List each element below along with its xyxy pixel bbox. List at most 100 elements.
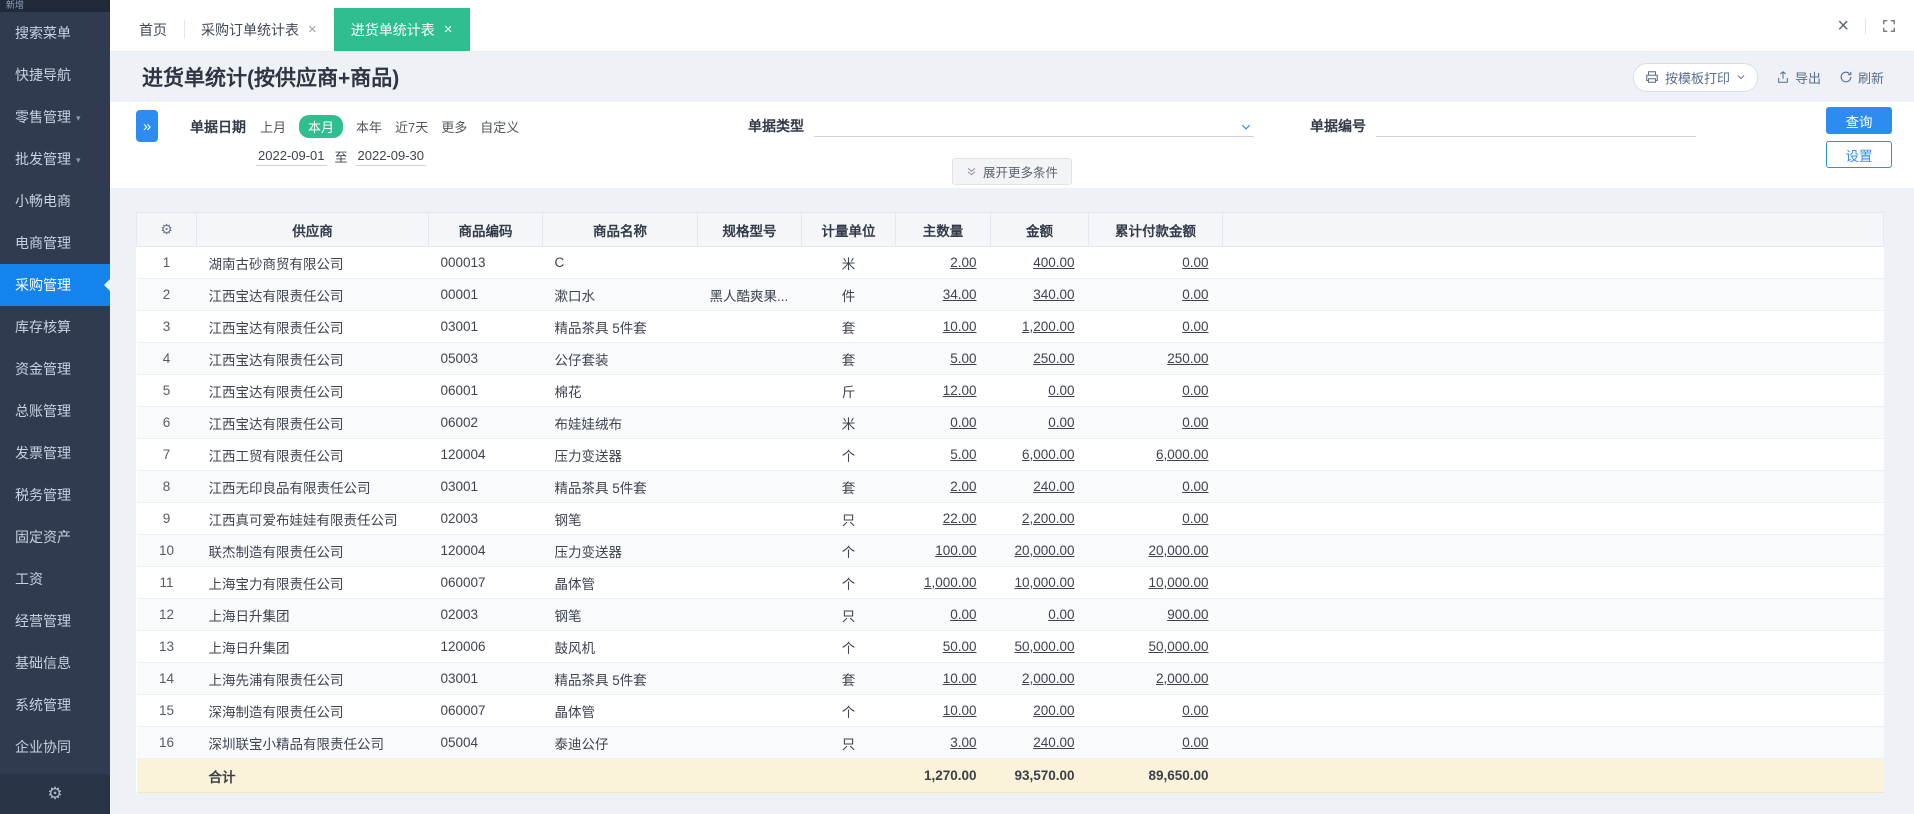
cell-qty-link[interactable]: 10.00 bbox=[943, 703, 977, 718]
column-header[interactable]: 计量单位 bbox=[801, 212, 896, 247]
cell-qty-link[interactable]: 5.00 bbox=[950, 351, 976, 366]
sidebar-item[interactable]: 库存核算 bbox=[0, 306, 110, 348]
date-quick-option[interactable]: 本月 bbox=[299, 115, 344, 138]
date-from-input[interactable]: 2022-09-01 bbox=[256, 148, 327, 166]
cell-amount-link[interactable]: 2,200.00 bbox=[1022, 511, 1075, 526]
cell-amount-link[interactable]: 1,200.00 bbox=[1022, 319, 1075, 334]
tab[interactable]: 采购订单统计表 × bbox=[184, 8, 334, 51]
cell-qty-link[interactable]: 1,000.00 bbox=[924, 575, 977, 590]
cell-amount-link[interactable]: 200.00 bbox=[1033, 703, 1074, 718]
sidebar-item[interactable]: 资金管理 bbox=[0, 348, 110, 390]
cell-paid-link[interactable]: 0.00 bbox=[1182, 735, 1208, 750]
cell-qty-link[interactable]: 12.00 bbox=[943, 383, 977, 398]
cell-amount-link[interactable]: 250.00 bbox=[1033, 351, 1074, 366]
column-header[interactable]: 金额 bbox=[990, 212, 1089, 247]
print-by-template-button[interactable]: 按模板打印 bbox=[1632, 62, 1758, 92]
close-all-icon[interactable]: × bbox=[1837, 16, 1849, 36]
column-header[interactable]: 累计付款金额 bbox=[1088, 212, 1223, 247]
cell-paid-link[interactable]: 0.00 bbox=[1182, 479, 1208, 494]
sidebar-settings-button[interactable]: ⚙ bbox=[0, 774, 110, 814]
cell-paid-link[interactable]: 0.00 bbox=[1182, 255, 1208, 270]
column-header[interactable]: 商品名称 bbox=[542, 212, 698, 247]
column-header[interactable]: 规格型号 bbox=[697, 212, 802, 247]
tab-close-icon[interactable]: × bbox=[308, 22, 317, 37]
cell-amount-link[interactable]: 0.00 bbox=[1048, 415, 1074, 430]
cell-amount-link[interactable]: 340.00 bbox=[1033, 287, 1074, 302]
cell-amount-link[interactable]: 10,000.00 bbox=[1014, 575, 1074, 590]
cell-amount-link[interactable]: 0.00 bbox=[1048, 607, 1074, 622]
cell-paid-link[interactable]: 0.00 bbox=[1182, 415, 1208, 430]
sidebar-item[interactable]: 零售管理 ▾ bbox=[0, 96, 110, 138]
date-to-input[interactable]: 2022-09-30 bbox=[355, 148, 427, 166]
export-button[interactable]: 导出 bbox=[1776, 68, 1821, 87]
sidebar-item[interactable]: 企业协同 bbox=[0, 726, 110, 768]
cell-qty-link[interactable]: 22.00 bbox=[943, 511, 977, 526]
date-quick-option[interactable]: 上月 bbox=[260, 117, 286, 136]
cell-qty-link[interactable]: 2.00 bbox=[950, 255, 976, 270]
cell-paid-link[interactable]: 0.00 bbox=[1182, 287, 1208, 302]
search-button[interactable]: 查询 bbox=[1826, 107, 1892, 134]
column-header[interactable]: 主数量 bbox=[895, 212, 991, 247]
cell-qty-link[interactable]: 0.00 bbox=[950, 607, 976, 622]
fullscreen-icon[interactable] bbox=[1882, 19, 1896, 33]
cell-paid-link[interactable]: 900.00 bbox=[1167, 607, 1208, 622]
sidebar-item[interactable]: 发票管理 bbox=[0, 432, 110, 474]
sidebar-item[interactable]: 小畅电商 bbox=[0, 180, 110, 222]
cell-amount-link[interactable]: 240.00 bbox=[1033, 735, 1074, 750]
column-header[interactable]: 商品编码 bbox=[428, 212, 543, 247]
date-quick-option[interactable]: 自定义 bbox=[480, 117, 519, 136]
sidebar-item[interactable]: 快捷导航 bbox=[0, 54, 110, 96]
cell-paid-link[interactable]: 0.00 bbox=[1182, 319, 1208, 334]
cell-paid-link[interactable]: 250.00 bbox=[1167, 351, 1208, 366]
sidebar-item[interactable]: 电商管理 bbox=[0, 222, 110, 264]
cell-paid-link[interactable]: 2,000.00 bbox=[1156, 671, 1209, 686]
sidebar-item[interactable]: 工资 bbox=[0, 558, 110, 600]
cell-qty-link[interactable]: 3.00 bbox=[950, 735, 976, 750]
sidebar-item[interactable]: 系统管理 bbox=[0, 684, 110, 726]
cell-qty-link[interactable]: 5.00 bbox=[950, 447, 976, 462]
sidebar-item[interactable]: 批发管理 ▾ bbox=[0, 138, 110, 180]
cell-paid-link[interactable]: 0.00 bbox=[1182, 703, 1208, 718]
sidebar-item[interactable]: 税务管理 bbox=[0, 474, 110, 516]
cell-qty-link[interactable]: 34.00 bbox=[943, 287, 977, 302]
cell-amount-link[interactable]: 20,000.00 bbox=[1014, 543, 1074, 558]
cell-amount-link[interactable]: 6,000.00 bbox=[1022, 447, 1075, 462]
collapse-panel-button[interactable]: » bbox=[136, 110, 158, 142]
doc-number-input[interactable] bbox=[1376, 115, 1696, 137]
refresh-button[interactable]: 刷新 bbox=[1839, 68, 1884, 87]
settings-button[interactable]: 设置 bbox=[1826, 141, 1892, 168]
cell-qty-link[interactable]: 0.00 bbox=[950, 415, 976, 430]
cell-paid-link[interactable]: 0.00 bbox=[1182, 511, 1208, 526]
cell-paid-link[interactable]: 0.00 bbox=[1182, 383, 1208, 398]
cell-amount-link[interactable]: 400.00 bbox=[1033, 255, 1074, 270]
cell-qty-link[interactable]: 100.00 bbox=[935, 543, 976, 558]
cell-paid-link[interactable]: 50,000.00 bbox=[1148, 639, 1208, 654]
expand-more-conditions-button[interactable]: 展开更多条件 bbox=[951, 158, 1073, 185]
doc-type-select[interactable] bbox=[814, 115, 1254, 137]
column-header[interactable] bbox=[1222, 212, 1884, 247]
date-quick-option[interactable]: 更多 bbox=[441, 117, 467, 136]
cell-paid-link[interactable]: 10,000.00 bbox=[1148, 575, 1208, 590]
cell-qty-link[interactable]: 2.00 bbox=[950, 479, 976, 494]
tab-close-icon[interactable]: × bbox=[444, 22, 453, 37]
cell-qty-link[interactable]: 50.00 bbox=[943, 639, 977, 654]
tab[interactable]: 首页 bbox=[122, 8, 184, 51]
sidebar-item[interactable]: 搜索菜单 bbox=[0, 12, 110, 54]
column-header[interactable]: 供应商 bbox=[196, 212, 429, 247]
cell-qty-link[interactable]: 10.00 bbox=[943, 319, 977, 334]
sidebar-item[interactable]: 基础信息 bbox=[0, 642, 110, 684]
cell-amount-link[interactable]: 2,000.00 bbox=[1022, 671, 1075, 686]
cell-paid-link[interactable]: 6,000.00 bbox=[1156, 447, 1209, 462]
sidebar-item[interactable]: 采购管理 bbox=[0, 264, 110, 306]
cell-amount-link[interactable]: 50,000.00 bbox=[1014, 639, 1074, 654]
cell-amount-link[interactable]: 240.00 bbox=[1033, 479, 1074, 494]
tab[interactable]: 进货单统计表 × bbox=[333, 8, 470, 51]
sidebar-item[interactable]: 经营管理 bbox=[0, 600, 110, 642]
cell-paid-link[interactable]: 20,000.00 bbox=[1148, 543, 1208, 558]
column-settings-button[interactable]: ⚙ bbox=[136, 212, 197, 247]
sidebar-item[interactable]: 总账管理 bbox=[0, 390, 110, 432]
date-quick-option[interactable]: 本年 bbox=[356, 117, 382, 136]
date-quick-option[interactable]: 近7天 bbox=[395, 117, 428, 136]
cell-qty-link[interactable]: 10.00 bbox=[943, 671, 977, 686]
cell-amount-link[interactable]: 0.00 bbox=[1048, 383, 1074, 398]
